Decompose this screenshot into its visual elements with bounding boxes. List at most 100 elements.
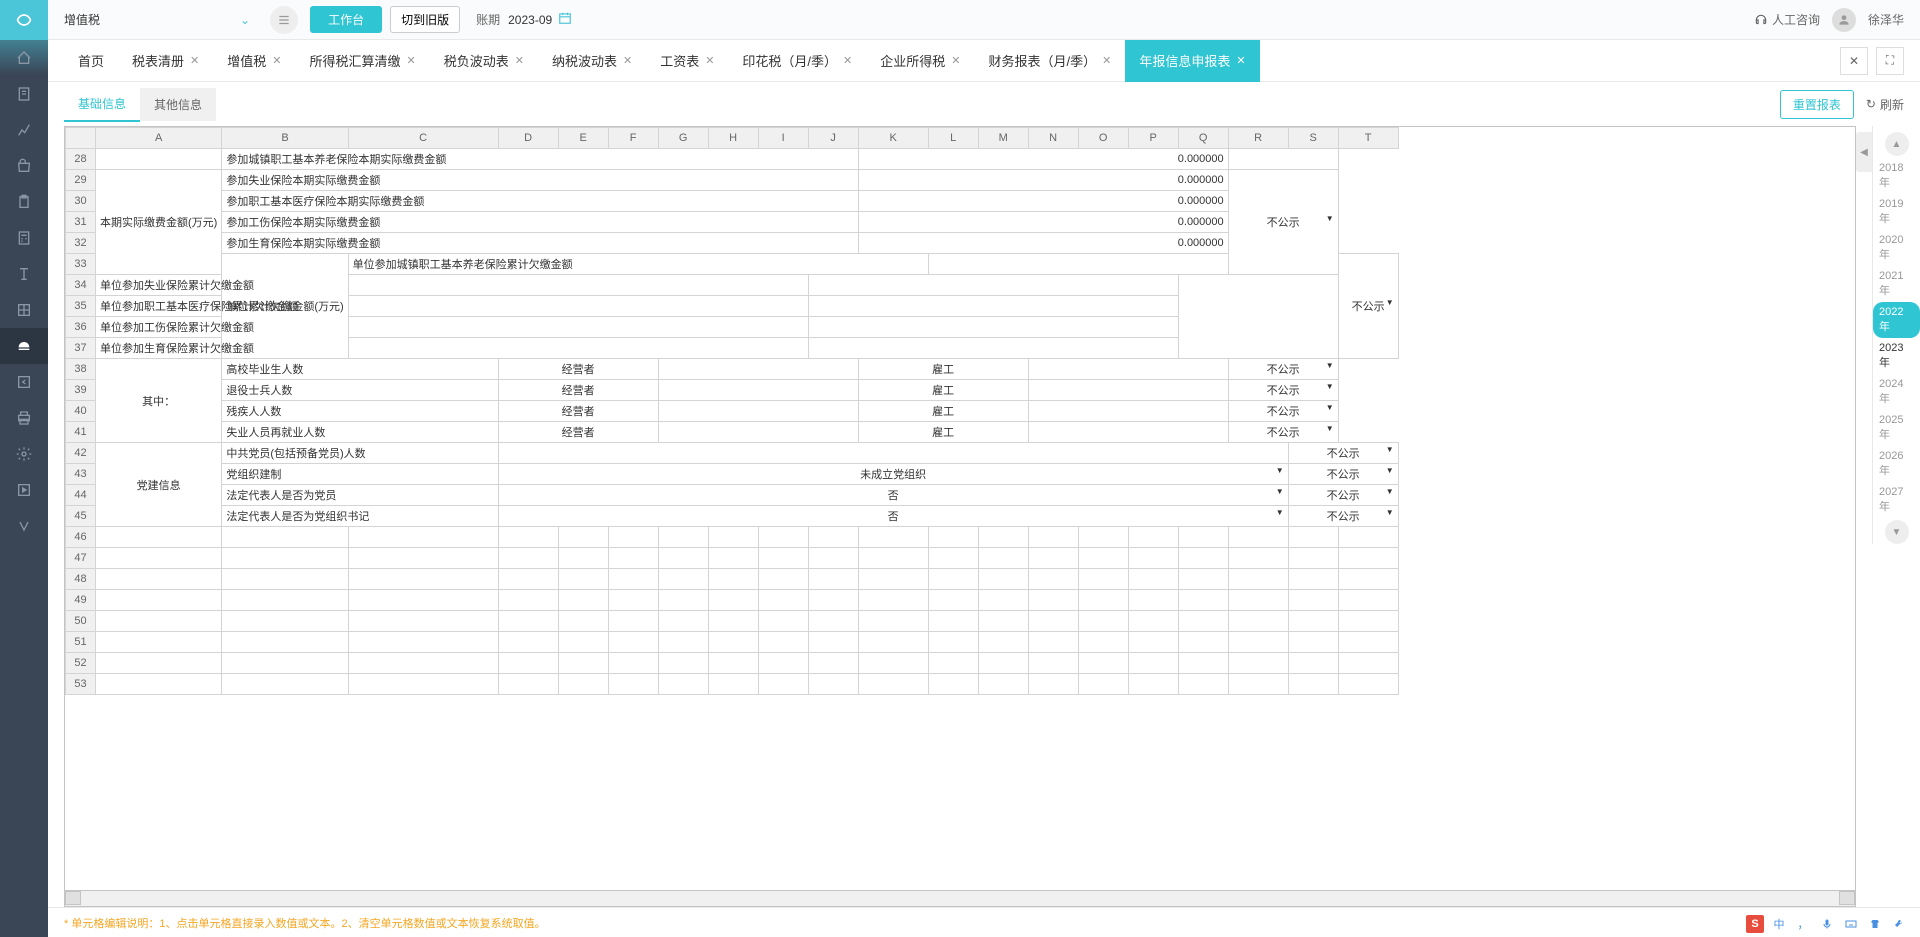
cell[interactable] bbox=[758, 653, 808, 674]
tab-close-all-icon[interactable]: ✕ bbox=[1840, 47, 1868, 75]
cell[interactable]: 单位参加职工基本医疗保险累计欠缴金额 bbox=[96, 296, 809, 317]
cell[interactable]: 法定代表人是否为党组织书记 bbox=[222, 506, 498, 527]
cell[interactable] bbox=[808, 611, 858, 632]
cell[interactable] bbox=[1028, 569, 1078, 590]
cell[interactable] bbox=[758, 590, 808, 611]
nav-chart-icon[interactable] bbox=[0, 112, 48, 148]
cell[interactable] bbox=[1078, 548, 1128, 569]
cell[interactable] bbox=[1028, 527, 1078, 548]
col-header-K[interactable]: K bbox=[858, 128, 928, 149]
cell[interactable] bbox=[808, 296, 1178, 317]
cell[interactable] bbox=[858, 611, 928, 632]
cell[interactable] bbox=[1178, 611, 1228, 632]
year-up-icon[interactable]: ▲ bbox=[1885, 132, 1909, 156]
cell[interactable]: 退役士兵人数 bbox=[222, 380, 498, 401]
cell[interactable] bbox=[498, 590, 558, 611]
cell[interactable] bbox=[558, 611, 608, 632]
cell[interactable] bbox=[708, 653, 758, 674]
cell[interactable] bbox=[1178, 569, 1228, 590]
cell[interactable] bbox=[222, 632, 348, 653]
col-header-L[interactable]: L bbox=[928, 128, 978, 149]
cell[interactable] bbox=[1228, 590, 1288, 611]
row-header[interactable]: 38 bbox=[66, 359, 96, 380]
cell[interactable]: 参加职工基本医疗保险本期实际缴费金额 bbox=[222, 191, 858, 212]
cell[interactable] bbox=[96, 590, 222, 611]
cell[interactable] bbox=[608, 632, 658, 653]
cell[interactable] bbox=[608, 527, 658, 548]
cell[interactable] bbox=[928, 527, 978, 548]
tab-0[interactable]: 首页 bbox=[64, 40, 118, 82]
cell[interactable] bbox=[1128, 590, 1178, 611]
row-header[interactable]: 50 bbox=[66, 611, 96, 632]
header-list-icon[interactable] bbox=[270, 6, 298, 34]
cell[interactable] bbox=[1228, 611, 1288, 632]
row-header[interactable]: 47 bbox=[66, 548, 96, 569]
year-2018年[interactable]: 2018年 bbox=[1873, 158, 1920, 194]
cell[interactable]: 经营者 bbox=[498, 401, 658, 422]
row-header[interactable]: 39 bbox=[66, 380, 96, 401]
cell[interactable] bbox=[658, 674, 708, 695]
tab-close-icon[interactable]: ✕ bbox=[951, 54, 960, 67]
col-header-I[interactable]: I bbox=[758, 128, 808, 149]
cell[interactable] bbox=[978, 674, 1028, 695]
cell[interactable] bbox=[1078, 611, 1128, 632]
nav-active-icon[interactable] bbox=[0, 328, 48, 364]
cell[interactable] bbox=[498, 569, 558, 590]
cell[interactable] bbox=[1128, 569, 1178, 590]
cell[interactable] bbox=[708, 611, 758, 632]
disclosure-select[interactable]: 不公示 bbox=[1288, 464, 1398, 485]
cell[interactable]: 经营者 bbox=[498, 422, 658, 443]
row-header[interactable]: 48 bbox=[66, 569, 96, 590]
cell[interactable] bbox=[708, 590, 758, 611]
cell[interactable] bbox=[222, 590, 348, 611]
cell[interactable] bbox=[558, 653, 608, 674]
cell[interactable] bbox=[708, 632, 758, 653]
cell[interactable] bbox=[1338, 548, 1398, 569]
cell[interactable] bbox=[558, 590, 608, 611]
tab-close-icon[interactable]: ✕ bbox=[623, 54, 632, 67]
cell[interactable] bbox=[658, 569, 708, 590]
tab-2[interactable]: 增值税✕ bbox=[213, 40, 295, 82]
disclosure-select[interactable]: 不公示 bbox=[1338, 254, 1398, 359]
cell[interactable] bbox=[978, 548, 1028, 569]
year-panel-toggle[interactable]: ◀ bbox=[1856, 132, 1872, 172]
cell[interactable] bbox=[558, 674, 608, 695]
cell[interactable]: 0.000000 bbox=[858, 212, 1228, 233]
cell[interactable]: 0.000000 bbox=[858, 149, 1228, 170]
cell[interactable]: 法定代表人是否为党员 bbox=[222, 485, 498, 506]
cell[interactable]: 雇工 bbox=[858, 380, 1028, 401]
tab-10[interactable]: 年报信息申报表✕ bbox=[1125, 40, 1259, 82]
disclosure-select[interactable]: 不公示 bbox=[1228, 422, 1338, 443]
disclosure-select[interactable]: 不公示 bbox=[1228, 359, 1338, 380]
row-header[interactable]: 33 bbox=[66, 254, 96, 275]
cell[interactable] bbox=[928, 653, 978, 674]
year-2020年[interactable]: 2020年 bbox=[1873, 230, 1920, 266]
row-header[interactable]: 36 bbox=[66, 317, 96, 338]
col-header-E[interactable]: E bbox=[558, 128, 608, 149]
cell[interactable] bbox=[1028, 401, 1228, 422]
year-2019年[interactable]: 2019年 bbox=[1873, 194, 1920, 230]
cell[interactable] bbox=[658, 548, 708, 569]
cell[interactable] bbox=[348, 674, 498, 695]
cell[interactable] bbox=[96, 611, 222, 632]
cell[interactable] bbox=[348, 527, 498, 548]
disclosure-select[interactable]: 不公示 bbox=[1288, 506, 1398, 527]
row-header[interactable]: 34 bbox=[66, 275, 96, 296]
calendar-icon[interactable] bbox=[558, 11, 572, 28]
cell[interactable] bbox=[1128, 548, 1178, 569]
ime-keyboard-icon[interactable] bbox=[1842, 915, 1860, 933]
username[interactable]: 徐泽华 bbox=[1868, 11, 1904, 28]
row-header[interactable]: 46 bbox=[66, 527, 96, 548]
row-header[interactable]: 51 bbox=[66, 632, 96, 653]
nav-grid-icon[interactable] bbox=[0, 292, 48, 328]
cell[interactable] bbox=[1228, 548, 1288, 569]
cell[interactable] bbox=[1288, 632, 1338, 653]
cell[interactable] bbox=[1228, 632, 1288, 653]
cell[interactable] bbox=[558, 569, 608, 590]
cell[interactable] bbox=[498, 443, 1288, 464]
cell[interactable] bbox=[1288, 590, 1338, 611]
tab-5[interactable]: 纳税波动表✕ bbox=[538, 40, 646, 82]
row-header[interactable]: 32 bbox=[66, 233, 96, 254]
cell[interactable] bbox=[1178, 653, 1228, 674]
cell[interactable] bbox=[808, 674, 858, 695]
